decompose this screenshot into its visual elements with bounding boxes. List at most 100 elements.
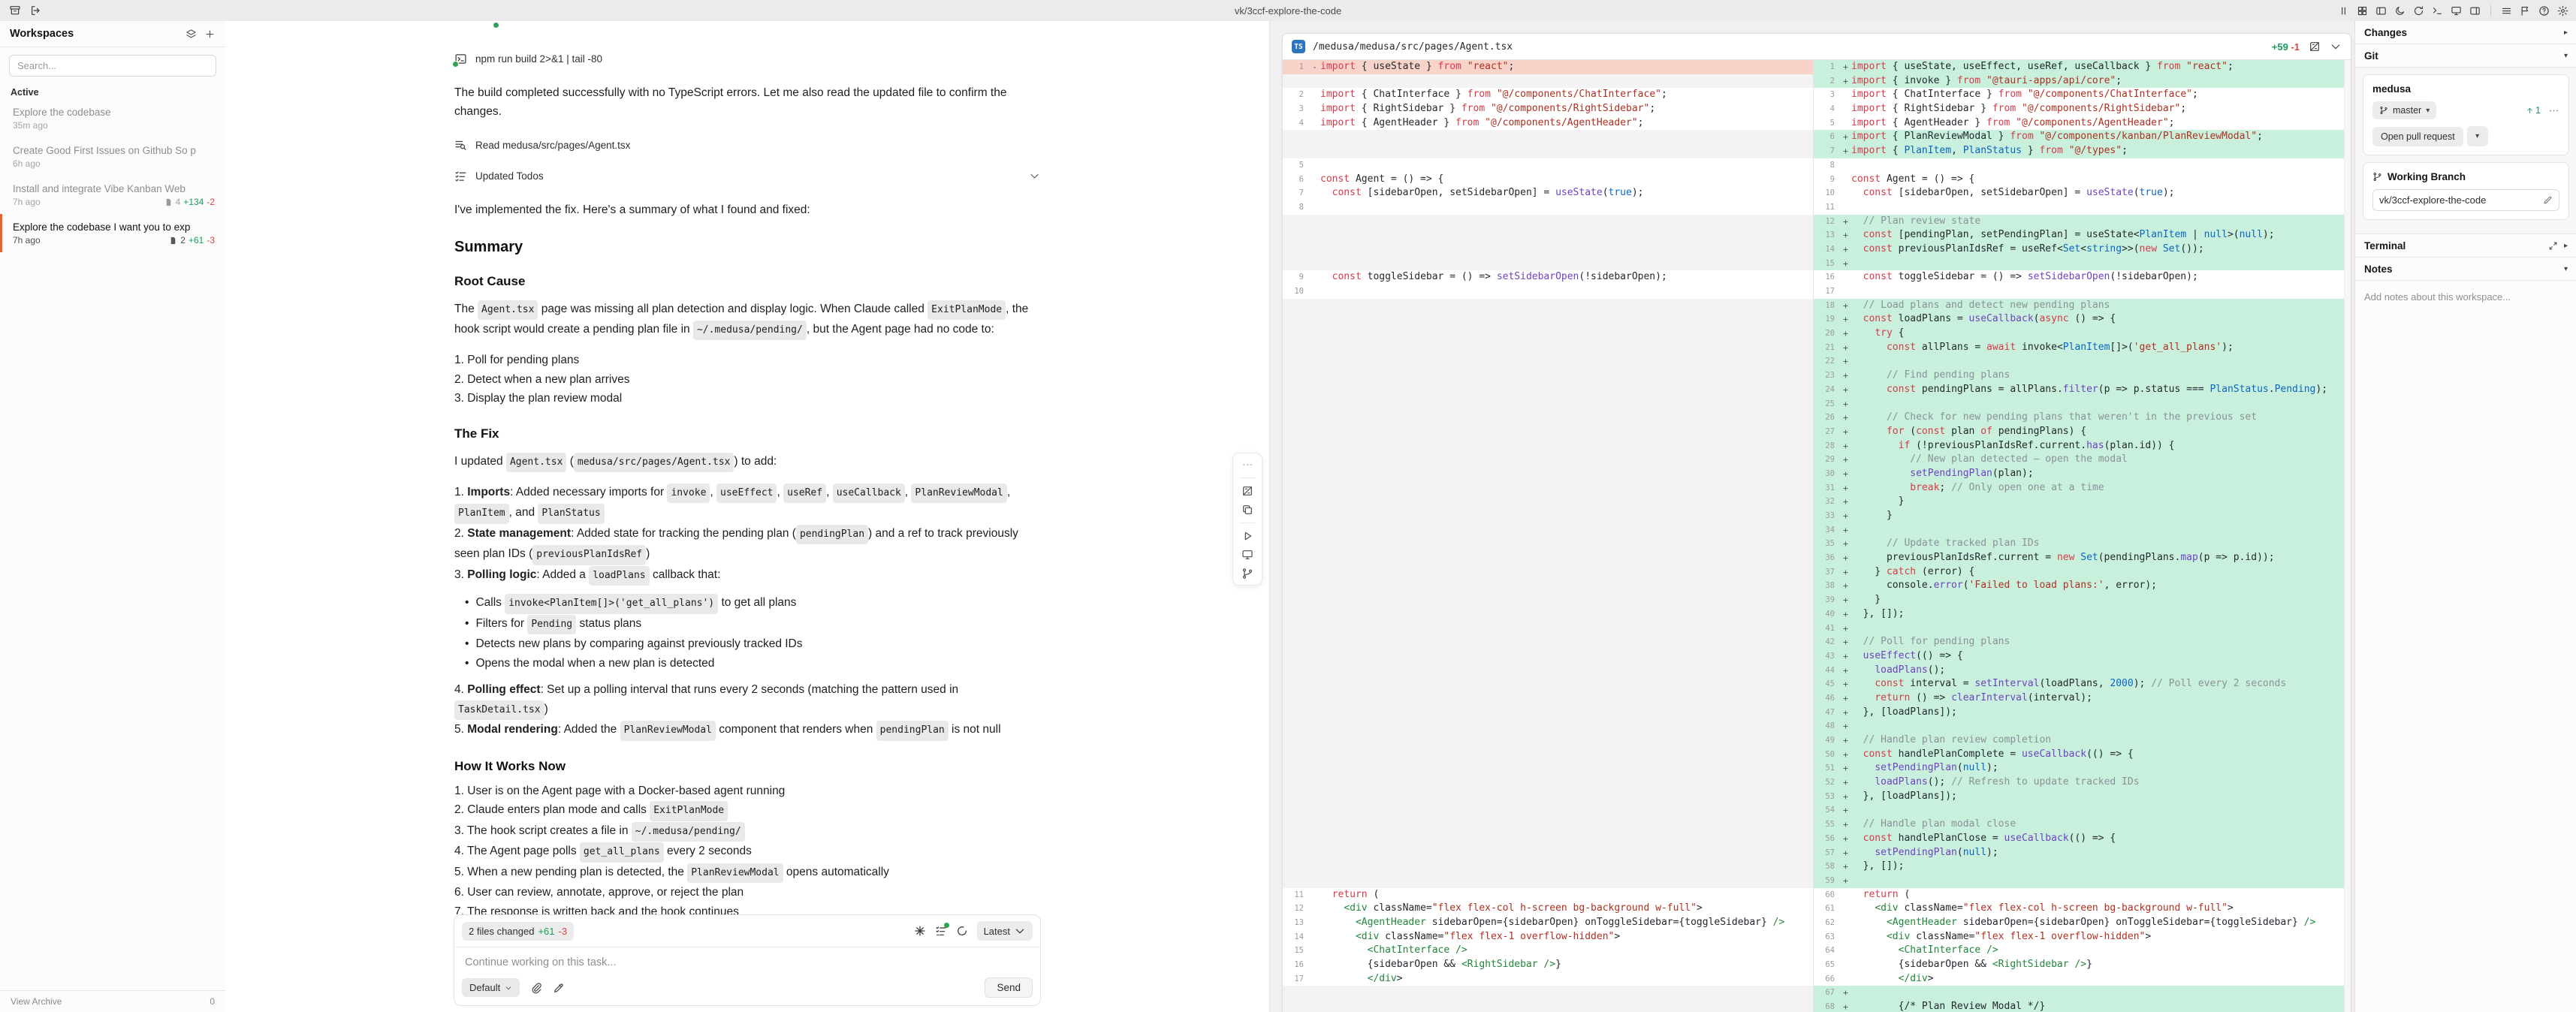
line-number: 51 [1814, 761, 1840, 776]
workspace-item[interactable]: Explore the codebase35m ago [0, 99, 225, 137]
send-button[interactable]: Send [985, 977, 1033, 998]
branch-dropdown[interactable]: master ▾ [2372, 101, 2436, 119]
tool-call-chip[interactable]: Read medusa/src/pages/Agent.tsx [454, 139, 1040, 152]
working-branch-input[interactable]: vk/3ccf-explore-the-code [2372, 189, 2559, 211]
chat-paragraph: I updated Agent.tsx (medusa/src/pages/Ag… [454, 452, 1040, 472]
pause-icon[interactable] [2338, 5, 2349, 17]
expand-icon[interactable] [2548, 241, 2558, 251]
window-title: vk/3ccf-explore-the-code [0, 5, 2576, 17]
diff-view-icon[interactable] [2309, 41, 2321, 53]
section-changes[interactable]: Changes ▸ [2355, 21, 2576, 44]
line-number: 25 [1814, 397, 1840, 411]
diff-row: 66 </div> [1814, 972, 2344, 986]
diff-gap-row [1283, 481, 1813, 495]
diff-row: 52+ loadPlans(); // Refresh to update tr… [1814, 776, 2344, 790]
chat-scroll-area[interactable]: npm run build 2>&1 | tail -80The build c… [225, 21, 1269, 914]
notes-placeholder[interactable]: Add notes about this workspace... [2355, 281, 2576, 313]
diff-gap-row [1283, 761, 1813, 776]
line-number: 15 [1814, 257, 1840, 271]
menu-icon[interactable] [2501, 5, 2512, 17]
divider [2490, 5, 2491, 16]
diff-pane-old[interactable]: 1-import { useState } from "react";2impo… [1283, 60, 1813, 1012]
git-branch-icon[interactable] [1241, 568, 1253, 580]
diff-row: 31+ break; // Only open one at a time [1814, 481, 2344, 495]
additions-count: +134 [183, 197, 204, 207]
line-number: 26 [1814, 411, 1840, 425]
help-icon[interactable] [2538, 5, 2550, 17]
floating-toolbar [1232, 453, 1262, 586]
line-number: 38 [1814, 579, 1840, 593]
sync-icon[interactable] [2413, 5, 2424, 17]
theme-icon[interactable] [2394, 5, 2406, 17]
workspace-item[interactable]: Create Good First Issues on Github So p6… [0, 137, 225, 176]
model-dropdown[interactable]: Default [462, 978, 520, 997]
spark-icon[interactable] [914, 925, 926, 937]
diff-row: 13 <AgentHeader sidebarOpen={sidebarOpen… [1283, 916, 1813, 930]
line-number: 22 [1814, 354, 1840, 369]
line-number: 6 [1283, 173, 1309, 187]
inline-code: get_all_plans [580, 842, 664, 863]
version-dropdown[interactable]: Latest [977, 921, 1033, 941]
pr-options-caret[interactable]: ▾ [2467, 126, 2488, 146]
workspace-search-input[interactable] [9, 55, 216, 77]
diff-row: 14+ const previousPlanIdsRef = useRef<Se… [1814, 242, 2344, 257]
diff-scrollbar[interactable] [2344, 60, 2351, 1012]
chevron-down-icon[interactable] [2330, 41, 2342, 53]
diff-row: 9 const toggleSidebar = () => setSidebar… [1283, 270, 1813, 285]
panel-left-icon[interactable] [2375, 5, 2387, 17]
section-terminal[interactable]: Terminal ▸ [2355, 234, 2576, 258]
section-git[interactable]: Git ▾ [2355, 44, 2576, 68]
diff-pane-new[interactable]: 1+import { useState, useEffect, useRef, … [1814, 60, 2344, 1012]
line-number: 12 [1283, 902, 1309, 916]
line-number: 5 [1283, 158, 1309, 173]
inline-code: ExitPlanMode [650, 801, 728, 821]
grid-icon[interactable] [2357, 5, 2368, 17]
pen-icon[interactable] [553, 982, 565, 994]
diff-view-icon[interactable] [1241, 485, 1253, 497]
flag-icon[interactable] [2520, 5, 2531, 17]
open-pull-request-button[interactable]: Open pull request [2372, 127, 2463, 146]
tool-call-chip[interactable]: npm run build 2>&1 | tail -80 [454, 53, 1040, 65]
diff-file-header: TS /medusa/medusa/src/pages/Agent.tsx +5… [1283, 34, 2351, 60]
workspace-item[interactable]: Install and integrate Vibe Kanban Web7h … [0, 176, 225, 214]
monitor-icon[interactable] [2451, 5, 2462, 17]
diff-gap-row [1283, 439, 1813, 453]
message-input[interactable] [454, 947, 1031, 973]
pencil-icon[interactable] [2543, 195, 2553, 205]
play-icon[interactable] [1241, 530, 1253, 542]
more-dots-icon[interactable] [1241, 459, 1253, 471]
workspace-item[interactable]: Explore the codebase I want you to exp7h… [0, 214, 225, 252]
line-number: 3 [1814, 88, 1840, 102]
terminal-icon[interactable] [2432, 5, 2443, 17]
chevron-down-icon [505, 984, 512, 992]
panel-right-icon[interactable] [2469, 5, 2481, 17]
view-archive-link[interactable]: View Archive [11, 996, 62, 1007]
more-options-icon[interactable] [2548, 105, 2559, 116]
section-notes[interactable]: Notes ▾ [2355, 258, 2576, 281]
copy-icon[interactable] [1241, 504, 1253, 516]
todo-status-icon[interactable] [935, 925, 947, 937]
files-changed-badge[interactable]: 2 files changed +61 -3 [462, 922, 574, 941]
settings-icon[interactable] [2557, 5, 2568, 17]
line-number: 42 [1814, 635, 1840, 649]
add-workspace-icon[interactable] [204, 29, 216, 40]
chevron-down-icon: ▾ [2564, 52, 2568, 60]
additions-count: +61 [189, 235, 204, 245]
line-number: 61 [1814, 902, 1840, 916]
attach-icon[interactable] [530, 982, 542, 994]
diff-row: 34+ [1814, 523, 2344, 538]
diff-row: 8 [1814, 158, 2344, 173]
chevron-down-icon[interactable] [1029, 170, 1040, 182]
line-number: 48 [1814, 719, 1840, 733]
monitor-icon[interactable] [1241, 549, 1253, 561]
diff-gap-row [1283, 579, 1813, 593]
line-number: 14 [1814, 242, 1840, 257]
layers-icon[interactable] [186, 29, 197, 40]
line-number: 29 [1814, 453, 1840, 467]
diff-row: 65 {sidebarOpen && <RightSidebar />} [1814, 958, 2344, 972]
tool-call-chip[interactable]: Updated Todos [454, 170, 1040, 182]
tool-call-label: Read medusa/src/pages/Agent.tsx [475, 140, 630, 151]
diff-row: 39+ } [1814, 593, 2344, 607]
bullet-list-item: •Detects new plans by comparing against … [454, 634, 1040, 654]
diff-row: 16 const toggleSidebar = () => setSideba… [1814, 270, 2344, 285]
